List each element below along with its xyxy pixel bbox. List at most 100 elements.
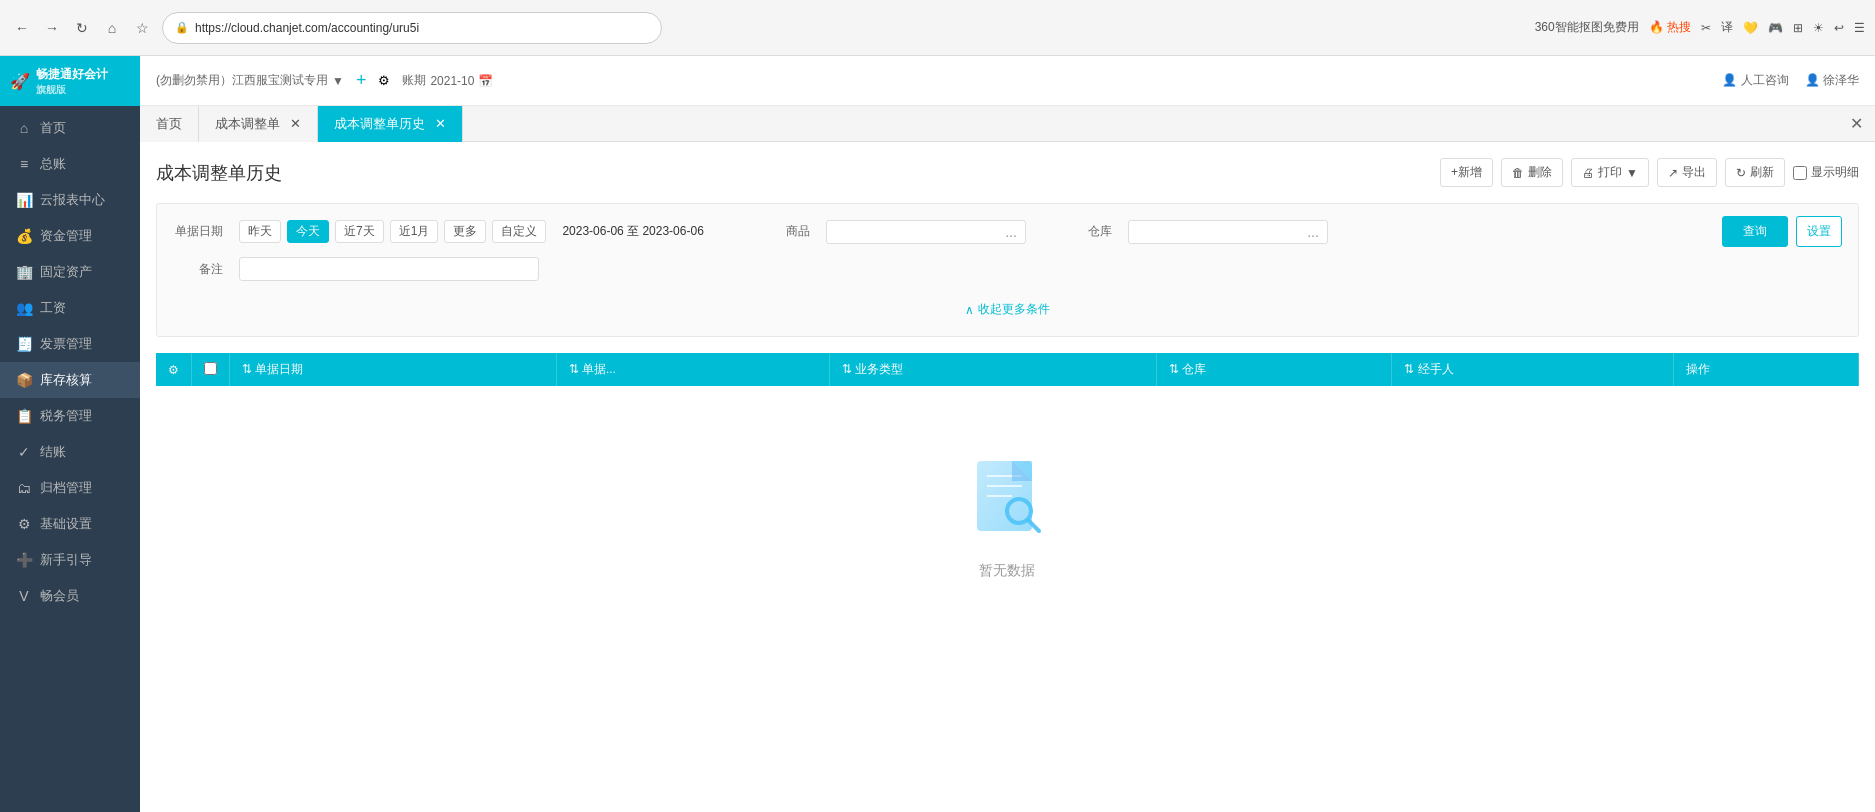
sidebar-item-guide[interactable]: ➕ 新手引导 [0, 542, 140, 578]
product-filter-select[interactable]: ... [826, 220, 1026, 244]
settings-icon: ⚙ [16, 516, 32, 532]
add-company-btn[interactable]: + [356, 70, 367, 91]
tab-cost-adjust[interactable]: 成本调整单 ✕ [199, 106, 318, 142]
settings-gear-icon[interactable]: ⚙ [378, 73, 390, 88]
theme-icon[interactable]: ☀ [1813, 21, 1824, 35]
tab-cost-adjust-history-close[interactable]: ✕ [435, 116, 446, 131]
date-btn-today[interactable]: 今天 [287, 220, 329, 243]
logo-text-block: 畅捷通好会计 旗舰版 [36, 66, 108, 97]
home-button[interactable]: ⌂ [100, 16, 124, 40]
display-cols-checkbox[interactable] [1793, 166, 1807, 180]
customer-service[interactable]: 👤 人工咨询 [1722, 72, 1788, 89]
reports-icon: 📊 [16, 192, 32, 208]
sidebar-item-archive[interactable]: 🗂 归档管理 [0, 470, 140, 506]
top-bar: (勿删勿禁用）江西服宝测试专用 ▼ + ⚙ 账期 2021-10 📅 👤 人工咨… [140, 56, 1875, 106]
th-date[interactable]: ⇅ 单据日期 [230, 353, 557, 386]
refresh-page-button[interactable]: ↻ 刷新 [1725, 158, 1785, 187]
display-toggle: 显示明细 [1793, 164, 1859, 181]
date-btn-custom[interactable]: 自定义 [492, 220, 546, 243]
sidebar-item-fixed-assets[interactable]: 🏢 固定资产 [0, 254, 140, 290]
invoice-icon: 🧾 [16, 336, 32, 352]
sidebar-item-home[interactable]: ⌂ 首页 [0, 110, 140, 146]
translate-icon[interactable]: 译 [1721, 19, 1733, 36]
game-icon[interactable]: 🎮 [1768, 21, 1783, 35]
capital-icon: 💰 [16, 228, 32, 244]
window-close-button[interactable]: ✕ [1838, 114, 1875, 133]
search-text[interactable]: 360智能抠图免费用 [1535, 19, 1639, 36]
export-label: 导出 [1682, 164, 1706, 181]
sidebar-item-reports[interactable]: 📊 云报表中心 [0, 182, 140, 218]
main-sidebar: 🚀 畅捷通好会计 旗舰版 ⌂ 首页 ≡ 总账 📊 云报表中心 💰 资金管理 [0, 56, 140, 812]
warehouse-filter-select[interactable]: ... [1128, 220, 1328, 244]
note-filter-input[interactable] [239, 257, 539, 281]
url-text: https://cloud.chanjet.com/accounting/uru… [195, 21, 419, 35]
calendar-icon[interactable]: 📅 [478, 74, 493, 88]
back-button[interactable]: ← [10, 16, 34, 40]
sidebar-item-label: 库存核算 [40, 371, 92, 389]
sidebar-item-inventory[interactable]: 📦 库存核算 [0, 362, 140, 398]
collapse-button[interactable]: ∧ 收起更多条件 [965, 295, 1050, 324]
service-label: 人工咨询 [1741, 73, 1789, 87]
archive-icon: 🗂 [16, 480, 32, 496]
new-button[interactable]: +新增 [1440, 158, 1493, 187]
th-checkbox[interactable] [192, 353, 230, 386]
th-settings[interactable]: ⚙ [156, 353, 192, 386]
sidebar-item-label: 结账 [40, 443, 66, 461]
sidebar-item-tax[interactable]: 📋 税务管理 [0, 398, 140, 434]
logo-name: 畅捷通好会计 [36, 66, 108, 83]
th-handler[interactable]: ⇅ 经手人 [1392, 353, 1673, 386]
date-btn-more[interactable]: 更多 [444, 220, 486, 243]
service-icon: 👤 [1722, 73, 1737, 87]
th-number-label: ⇅ 单据... [569, 361, 616, 378]
undo-icon[interactable]: ↩ [1834, 21, 1844, 35]
th-warehouse[interactable]: ⇅ 仓库 [1156, 353, 1392, 386]
tab-cost-adjust-history[interactable]: 成本调整单历史 ✕ [318, 106, 463, 142]
empty-text: 暂无数据 [979, 562, 1035, 580]
sidebar-item-label: 总账 [40, 155, 66, 173]
ssl-lock-icon: 🔒 [175, 21, 189, 34]
th-type[interactable]: ⇅ 业务类型 [830, 353, 1157, 386]
filter-row-date: 单据日期 昨天 今天 近7天 近1月 更多 自定义 2023-06-06 至 2… [173, 216, 1842, 247]
date-btn-yesterday[interactable]: 昨天 [239, 220, 281, 243]
date-filter-buttons: 昨天 今天 近7天 近1月 更多 自定义 [239, 220, 546, 243]
app-container: 🚀 畅捷通好会计 旗舰版 ⌂ 首页 ≡ 总账 📊 云报表中心 💰 资金管理 [0, 56, 1875, 812]
company-name: (勿删勿禁用）江西服宝测试专用 [156, 72, 328, 89]
print-button[interactable]: 🖨 打印 ▼ [1571, 158, 1649, 187]
fixed-assets-icon: 🏢 [16, 264, 32, 280]
print-icon: 🖨 [1582, 166, 1594, 180]
refresh-button[interactable]: ↻ [70, 16, 94, 40]
bookmark-button[interactable]: ☆ [130, 16, 154, 40]
select-all-checkbox[interactable] [204, 362, 217, 375]
sidebar-item-payroll[interactable]: 👥 工资 [0, 290, 140, 326]
forward-button[interactable]: → [40, 16, 64, 40]
top-bar-right: 👤 人工咨询 👤 徐泽华 [1722, 72, 1859, 89]
export-button[interactable]: ↗ 导出 [1657, 158, 1717, 187]
sidebar-item-capital[interactable]: 💰 资金管理 [0, 218, 140, 254]
date-range-text: 2023-06-06 至 2023-06-06 [562, 223, 703, 240]
tab-home[interactable]: 首页 [140, 106, 199, 142]
menu-icon[interactable]: ☰ [1854, 21, 1865, 35]
company-selector[interactable]: (勿删勿禁用）江西服宝测试专用 ▼ [156, 72, 344, 89]
sidebar-item-invoice[interactable]: 🧾 发票管理 [0, 326, 140, 362]
scissors-icon[interactable]: ✂ [1701, 21, 1711, 35]
sidebar-item-ledger[interactable]: ≡ 总账 [0, 146, 140, 182]
wallet-icon[interactable]: 💛 [1743, 21, 1758, 35]
sidebar-item-close-period[interactable]: ✓ 结账 [0, 434, 140, 470]
settings-filter-button[interactable]: 设置 [1796, 216, 1842, 247]
user-avatar[interactable]: 👤 徐泽华 [1805, 72, 1859, 89]
empty-state-row: 暂无数据 [156, 386, 1859, 640]
sidebar-item-label: 固定资产 [40, 263, 92, 281]
date-btn-1month[interactable]: 近1月 [390, 220, 439, 243]
print-dropdown-icon: ▼ [1626, 166, 1638, 180]
sidebar-item-settings[interactable]: ⚙ 基础设置 [0, 506, 140, 542]
delete-button[interactable]: 🗑 删除 [1501, 158, 1563, 187]
grid-icon[interactable]: ⊞ [1793, 21, 1803, 35]
date-btn-7days[interactable]: 近7天 [335, 220, 384, 243]
tab-cost-adjust-close[interactable]: ✕ [290, 116, 301, 131]
address-bar[interactable]: 🔒 https://cloud.chanjet.com/accounting/u… [162, 12, 662, 44]
sidebar-item-vip[interactable]: V 畅会员 [0, 578, 140, 614]
th-number[interactable]: ⇅ 单据... [556, 353, 830, 386]
page-actions: +新增 🗑 删除 🖨 打印 ▼ ↗ 导出 [1440, 158, 1859, 187]
query-button[interactable]: 查询 [1722, 216, 1788, 247]
hot-search-label[interactable]: 🔥 热搜 [1649, 19, 1691, 36]
